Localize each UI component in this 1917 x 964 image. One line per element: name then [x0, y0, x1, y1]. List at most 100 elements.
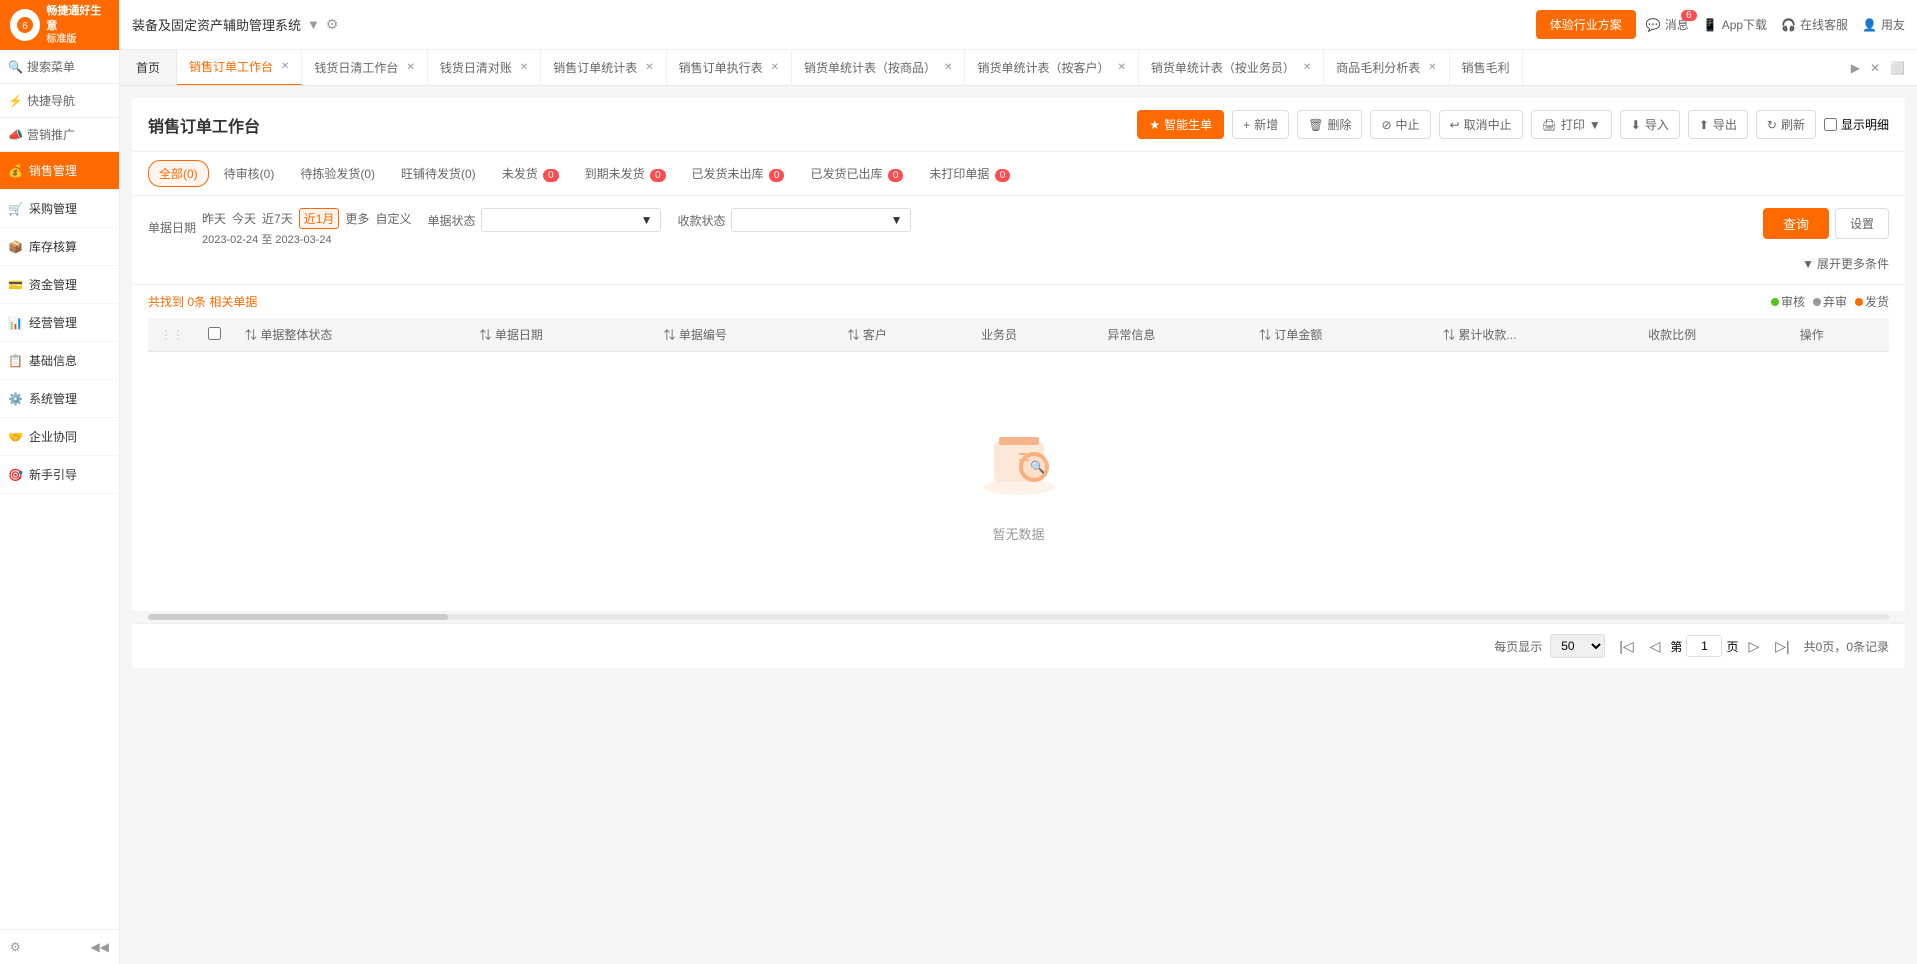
page-total: 共0页，0条记录: [1804, 638, 1889, 655]
add-btn[interactable]: + 新增: [1232, 110, 1289, 139]
tab-margin-analysis[interactable]: 商品毛利分析表 ✕: [1324, 50, 1449, 86]
sidebar-item-quick-nav[interactable]: ⚡ 快捷导航: [0, 84, 119, 118]
tab-close-reconciliation[interactable]: ✕: [520, 62, 528, 73]
status-select[interactable]: ▼: [481, 208, 661, 232]
expand-more-btn[interactable]: ▼ 展开更多条件: [1802, 255, 1889, 272]
tab-maximize-btn[interactable]: ⬜: [1886, 59, 1909, 77]
tab-daily-clear[interactable]: 钱货日清工作台 ✕: [302, 50, 427, 86]
tab-sales-by-product[interactable]: 销货单统计表（按商品） ✕: [792, 50, 965, 86]
tab-close-sales[interactable]: ✕: [281, 61, 289, 72]
shortcut-yesterday[interactable]: 昨天: [202, 210, 226, 227]
col-customer[interactable]: ⇅ 客户: [836, 318, 969, 352]
collect-select[interactable]: ▼: [731, 208, 911, 232]
page-input[interactable]: [1686, 635, 1722, 657]
col-date[interactable]: ⇅ 单据日期: [468, 318, 652, 352]
smart-create-btn[interactable]: ★ 智能生单: [1137, 110, 1224, 139]
tab-reconciliation[interactable]: 钱货日清对账 ✕: [428, 50, 541, 86]
tab-close-exec[interactable]: ✕: [771, 62, 779, 73]
show-detail-checkbox[interactable]: 显示明细: [1824, 116, 1889, 133]
last-page-btn[interactable]: ▷|: [1769, 636, 1795, 657]
sidebar-item-marketing[interactable]: 📣 营销推广: [0, 118, 119, 152]
settings-icon[interactable]: ⚙: [10, 940, 21, 954]
tab-sales-by-staff[interactable]: 销货单统计表（按业务员） ✕: [1139, 50, 1324, 86]
cancel-stop-btn[interactable]: ↩ 取消中止: [1439, 110, 1523, 139]
shortcut-more[interactable]: 更多: [345, 210, 369, 227]
tab-close-margin[interactable]: ✕: [1428, 62, 1436, 73]
refresh-btn[interactable]: ↻ 刷新: [1756, 110, 1816, 139]
tab-close-product[interactable]: ✕: [944, 62, 952, 73]
col-status[interactable]: ⇅ 单据整体状态: [233, 318, 468, 352]
show-detail-input[interactable]: [1824, 118, 1837, 131]
sidebar-item-system[interactable]: ⚙️ 系统管理: [0, 380, 119, 418]
sidebar-item-management[interactable]: 📊 经营管理: [0, 304, 119, 342]
prev-page-btn[interactable]: ◁: [1644, 636, 1667, 657]
shortcut-7days[interactable]: 近7天: [262, 210, 293, 227]
tab-sales-margin[interactable]: 销售毛利: [1450, 50, 1523, 86]
collapse-icon[interactable]: ◀◀: [91, 940, 109, 954]
tab-close-staff[interactable]: ✕: [1303, 62, 1311, 73]
tab-close-all-btn[interactable]: ✕: [1866, 59, 1884, 77]
batch-ship-btn[interactable]: 发货: [1855, 293, 1889, 310]
online-service-btn[interactable]: 🎧 在线客服: [1781, 16, 1848, 33]
next-page-btn[interactable]: ▷: [1742, 636, 1765, 657]
shortcut-custom[interactable]: 自定义: [375, 210, 411, 227]
subtab-not-shipped[interactable]: 未发货 0: [491, 160, 570, 187]
col-amount[interactable]: ⇅ 订单金额: [1247, 318, 1431, 352]
batch-cancel-btn[interactable]: 弃审: [1813, 293, 1847, 310]
tab-prev-btn[interactable]: ▶: [1847, 59, 1864, 77]
sidebar: 6 畅捷通好生意 标准版 🔍 搜索菜单 ⚡ 快捷导航 📣 营销推广 💰 销售管理…: [0, 0, 120, 964]
subtab-overdue-ship[interactable]: 到期未发货 0: [574, 160, 677, 187]
sidebar-item-search[interactable]: 🔍 搜索菜单: [0, 50, 119, 84]
per-page-select[interactable]: 50 20 100: [1550, 634, 1605, 658]
print-dropdown-icon[interactable]: ▼: [1589, 118, 1601, 132]
subtab-wangpu-ship[interactable]: 旺铺待发货(0): [390, 160, 487, 187]
print-btn[interactable]: 🖨 打印 ▼: [1531, 110, 1612, 139]
col-date-sort-icon: ⇅: [480, 328, 492, 342]
tab-home[interactable]: 首页: [120, 50, 177, 86]
user-menu-btn[interactable]: 👤 用友: [1862, 16, 1905, 33]
star-icon: ★: [1149, 118, 1160, 132]
filter-area: 单据日期 昨天 今天 近7天 近1月 更多 自定义 2023-02-24 至 2…: [132, 196, 1905, 285]
sidebar-item-basic-info[interactable]: 📋 基础信息: [0, 342, 119, 380]
tab-sales-by-customer[interactable]: 销货单统计表（按客户） ✕: [965, 50, 1138, 86]
stop-btn[interactable]: ⊘ 中止: [1370, 110, 1430, 139]
export-btn[interactable]: ⬆ 导出: [1688, 110, 1748, 139]
first-page-btn[interactable]: |◁: [1613, 636, 1639, 657]
set-btn[interactable]: 设置: [1835, 208, 1889, 239]
settings-btn[interactable]: ⚙: [326, 16, 339, 33]
query-btn[interactable]: 查询: [1763, 208, 1829, 239]
dropdown-icon[interactable]: ▼: [307, 17, 320, 32]
batch-audit-btn[interactable]: 审核: [1771, 293, 1805, 310]
select-all-checkbox[interactable]: [208, 327, 221, 340]
subtab-pending-ship[interactable]: 待拣验发货(0): [289, 160, 386, 187]
delete-btn[interactable]: 🗑 删除: [1297, 110, 1362, 139]
col-collected[interactable]: ⇅ 累计收款...: [1431, 318, 1636, 352]
col-collect-ratio: 收款比例: [1636, 318, 1788, 352]
scrollbar-thumb[interactable]: [148, 614, 448, 620]
subtab-shipped-not-out[interactable]: 已发货未出库 0: [681, 160, 796, 187]
sidebar-item-purchase[interactable]: 🛒 采购管理: [0, 190, 119, 228]
tab-sales-stats[interactable]: 销售订单统计表 ✕: [541, 50, 666, 86]
sidebar-item-inventory[interactable]: 📦 库存核算: [0, 228, 119, 266]
tab-sales-workbench[interactable]: 销售订单工作台 ✕: [177, 50, 302, 86]
sidebar-item-finance[interactable]: 💳 资金管理: [0, 266, 119, 304]
sidebar-item-enterprise[interactable]: 🤝 企业协同: [0, 418, 119, 456]
tab-sales-exec[interactable]: 销售订单执行表 ✕: [667, 50, 792, 86]
sidebar-item-tutorial[interactable]: 🎯 新手引导: [0, 456, 119, 494]
shortcut-today[interactable]: 今天: [232, 210, 256, 227]
shortcut-1month[interactable]: 近1月: [299, 208, 340, 229]
col-number[interactable]: ⇅ 单据编号: [652, 318, 836, 352]
tab-close-stats[interactable]: ✕: [645, 62, 653, 73]
import-btn[interactable]: ⬇ 导入: [1620, 110, 1680, 139]
subtab-all[interactable]: 全部(0): [148, 160, 209, 187]
message-btn[interactable]: 💬 消息 6: [1646, 16, 1689, 33]
tab-close-daily[interactable]: ✕: [406, 62, 414, 73]
app-download-btn[interactable]: 📱 App下载: [1703, 16, 1767, 33]
tab-close-customer[interactable]: ✕: [1117, 62, 1125, 73]
experience-btn[interactable]: 体验行业方案: [1536, 10, 1636, 39]
sidebar-item-sales[interactable]: 💰 销售管理: [0, 152, 119, 190]
subtab-pending-review[interactable]: 待审核(0): [213, 160, 286, 187]
subtab-shipped-out[interactable]: 已发货已出库 0: [799, 160, 914, 187]
subtab-unprinted[interactable]: 未打印单据 0: [918, 160, 1021, 187]
horizontal-scrollbar[interactable]: [132, 611, 1905, 623]
